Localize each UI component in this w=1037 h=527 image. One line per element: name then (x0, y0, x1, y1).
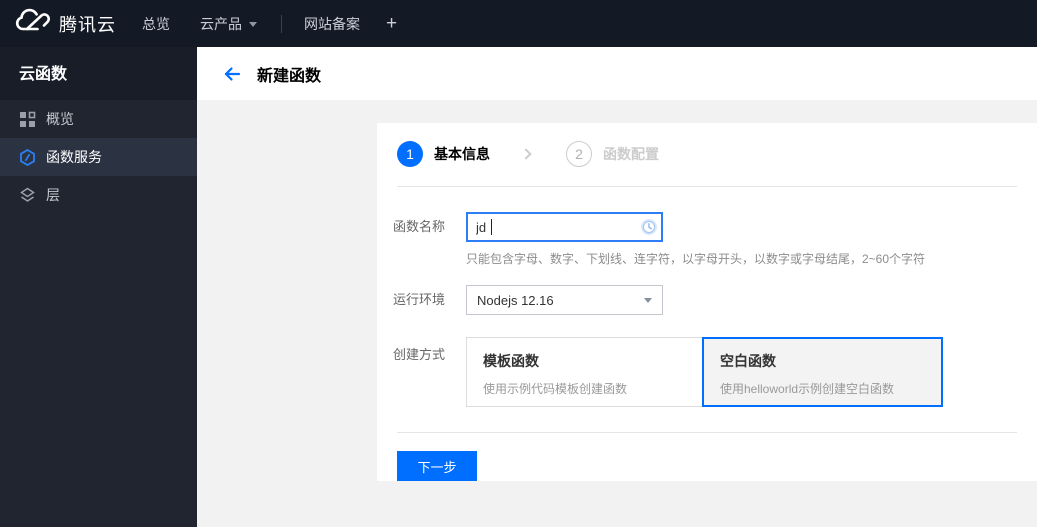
sidebar-item-overview[interactable]: 概览 (0, 100, 197, 138)
creation-method-options: 模板函数 使用示例代码模板创建函数 空白函数 使用helloworld示例创建空… (466, 337, 943, 407)
chevron-right-icon (520, 148, 532, 160)
step-basic-info: 1 基本信息 (397, 141, 490, 167)
main-area: 新建函数 1 基本信息 2 函数配置 函数名称 jd 只能包含字母、数字、下划线… (197, 47, 1037, 527)
creation-method-row: 创建方式 模板函数 使用示例代码模板创建函数 空白函数 使用helloworld… (393, 337, 1037, 407)
sidebar-menu: 概览 函数服务 层 (0, 100, 197, 214)
grid-icon (19, 111, 36, 128)
step-indicator: 1 基本信息 2 函数配置 (377, 123, 1037, 186)
top-nav-menu: 总览 云产品 网站备案 + (116, 13, 397, 35)
nav-item-website-record[interactable]: 网站备案 (304, 14, 360, 34)
step-number-badge: 2 (566, 141, 592, 167)
function-name-control: 只能包含字母、数字、下划线、连字符，以字母开头，以数字或字母结尾，2~60个字符 (466, 212, 925, 267)
option-title: 空白函数 (720, 353, 776, 369)
runtime-select[interactable]: Nodejs 12.16 (466, 285, 663, 315)
step-label: 基本信息 (434, 146, 490, 162)
add-tab-button[interactable]: + (386, 13, 397, 35)
brand-name: 腾讯云 (59, 14, 116, 35)
next-step-button[interactable]: 下一步 (397, 451, 477, 481)
navbar-divider (281, 14, 282, 33)
sidebar-title: 云函数 (0, 47, 197, 100)
clock-icon (640, 218, 658, 236)
top-navbar: 腾讯云 总览 云产品 网站备案 + (0, 0, 1037, 47)
option-template-function[interactable]: 模板函数 使用示例代码模板创建函数 (466, 337, 703, 407)
step-label: 函数配置 (603, 146, 659, 162)
back-arrow-icon[interactable] (222, 64, 242, 84)
creation-method-label: 创建方式 (393, 347, 446, 362)
content-area: 1 基本信息 2 函数配置 函数名称 jd 只能包含字母、数字、下划线、连字符，… (197, 100, 1037, 527)
scf-icon (19, 148, 36, 166)
page-title: 新建函数 (257, 67, 322, 85)
page-header: 新建函数 (197, 47, 1037, 100)
function-name-label: 函数名称 (393, 219, 446, 234)
option-description: 使用示例代码模板创建函数 (483, 382, 628, 396)
sidebar-item-label: 概览 (46, 111, 74, 127)
function-name-input-wrap (466, 212, 663, 242)
section-divider (397, 186, 1017, 187)
app-window: 腾讯云 总览 云产品 网站备案 + 云函数 概览 函数服务 层 新建函数 1 基… (0, 0, 1037, 527)
option-blank-function[interactable]: 空白函数 使用helloworld示例创建空白函数 (702, 337, 943, 407)
option-title: 模板函数 (483, 353, 539, 369)
option-description: 使用helloworld示例创建空白函数 (720, 382, 895, 396)
sidebar-item-function-service[interactable]: 函数服务 (0, 138, 197, 176)
sidebar: 云函数 概览 函数服务 层 (0, 47, 197, 527)
step-function-config: 2 函数配置 (566, 141, 659, 167)
nav-item-overview[interactable]: 总览 (142, 14, 170, 34)
runtime-label: 运行环境 (393, 292, 446, 307)
runtime-row: 运行环境 Nodejs 12.16 (393, 285, 1037, 315)
basic-info-form: 函数名称 jd 只能包含字母、数字、下划线、连字符，以字母开头，以数字或字母结尾… (377, 212, 1037, 407)
sidebar-item-label: 函数服务 (46, 149, 102, 165)
function-name-input[interactable] (466, 212, 663, 242)
brand-logo[interactable]: 腾讯云 (14, 8, 116, 39)
step-number-badge: 1 (397, 141, 423, 167)
function-name-hint: 只能包含字母、数字、下划线、连字符，以字母开头，以数字或字母结尾，2~60个字符 (466, 252, 926, 266)
runtime-selected-value: Nodejs 12.16 (477, 292, 554, 308)
tencent-cloud-logo-icon (14, 8, 51, 39)
nav-item-cloud-products[interactable]: 云产品 (200, 14, 257, 34)
chevron-down-icon (249, 22, 257, 27)
sidebar-item-label: 层 (46, 187, 60, 203)
nav-item-cloud-products-label: 云产品 (200, 15, 242, 32)
text-cursor (491, 219, 492, 235)
create-function-card: 1 基本信息 2 函数配置 函数名称 jd 只能包含字母、数字、下划线、连字符，… (377, 123, 1037, 481)
section-divider (397, 432, 1017, 433)
function-name-row: 函数名称 jd 只能包含字母、数字、下划线、连字符，以字母开头，以数字或字母结尾… (393, 212, 1037, 267)
chevron-down-icon (644, 297, 652, 303)
sidebar-item-layers[interactable]: 层 (0, 176, 197, 214)
layers-icon (19, 187, 36, 204)
